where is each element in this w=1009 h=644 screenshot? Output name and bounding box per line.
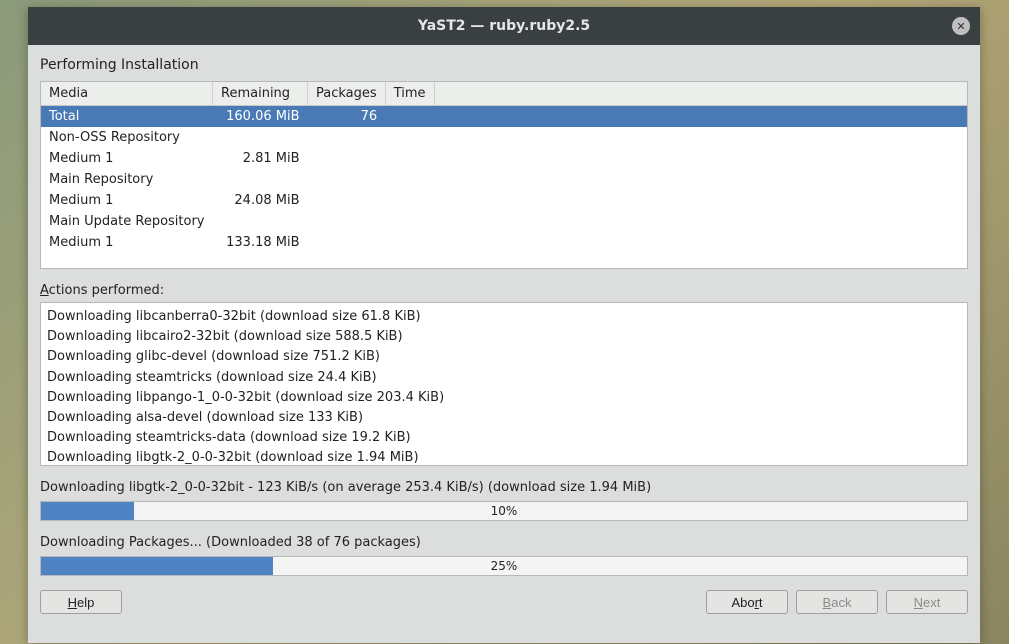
help-button[interactable]: Help [40, 590, 122, 614]
progress-bar-1: 10% [40, 501, 968, 521]
next-button: Next [886, 590, 968, 614]
close-icon[interactable]: ✕ [952, 17, 970, 35]
list-item: Downloading alsa-devel (download size 13… [47, 408, 961, 428]
list-item: Downloading steamtricks-data (download s… [47, 428, 961, 448]
col-header-packages[interactable]: Packages [308, 82, 386, 106]
col-header-media[interactable]: Media [41, 82, 213, 106]
table-row[interactable]: Main Repository [41, 169, 967, 190]
download-status-2: Downloading Packages... (Downloaded 38 o… [40, 535, 968, 550]
abort-button[interactable]: Abort [706, 590, 788, 614]
col-header-time[interactable]: Time [385, 82, 434, 106]
table-row[interactable]: Medium 12.81 MiB [41, 148, 967, 169]
titlebar: YaST2 — ruby.ruby2.5 ✕ [28, 7, 980, 45]
table-row[interactable]: Total160.06 MiB76 [41, 106, 967, 128]
table-row[interactable]: Main Update Repository [41, 211, 967, 232]
list-item: Downloading libpango-1_0-0-32bit (downlo… [47, 388, 961, 408]
back-button: Back [796, 590, 878, 614]
table-header-row: Media Remaining Packages Time [41, 82, 967, 106]
list-item: Downloading libcairo2-32bit (download si… [47, 327, 961, 347]
table-row[interactable]: Non-OSS Repository [41, 127, 967, 148]
list-item: Downloading libcanberra0-32bit (download… [47, 307, 961, 327]
actions-log[interactable]: Downloading libcanberra0-32bit (download… [40, 302, 968, 466]
progress-label-2: 25% [41, 557, 967, 575]
download-status-1: Downloading libgtk-2_0-0-32bit - 123 KiB… [40, 480, 968, 495]
yast-window: YaST2 — ruby.ruby2.5 ✕ Performing Instal… [28, 7, 980, 643]
content-area: Performing Installation Media Remaining … [28, 45, 980, 643]
actions-label: Actions performed: [40, 283, 968, 298]
list-item: Downloading libgtk-2_0-0-32bit (download… [47, 448, 961, 466]
progress-bar-2: 25% [40, 556, 968, 576]
table-row[interactable]: Medium 124.08 MiB [41, 190, 967, 211]
list-item: Downloading steamtricks (download size 2… [47, 368, 961, 388]
table-row[interactable]: Medium 1133.18 MiB [41, 232, 967, 253]
col-header-remaining[interactable]: Remaining [213, 82, 308, 106]
col-header-blank [434, 82, 967, 106]
progress-label-1: 10% [41, 502, 967, 520]
list-item: Downloading glibc-devel (download size 7… [47, 347, 961, 367]
page-title: Performing Installation [40, 57, 968, 73]
button-row: Help Abort Back Next [40, 590, 968, 614]
window-title: YaST2 — ruby.ruby2.5 [418, 18, 590, 34]
media-table[interactable]: Media Remaining Packages Time Total160.0… [40, 81, 968, 269]
